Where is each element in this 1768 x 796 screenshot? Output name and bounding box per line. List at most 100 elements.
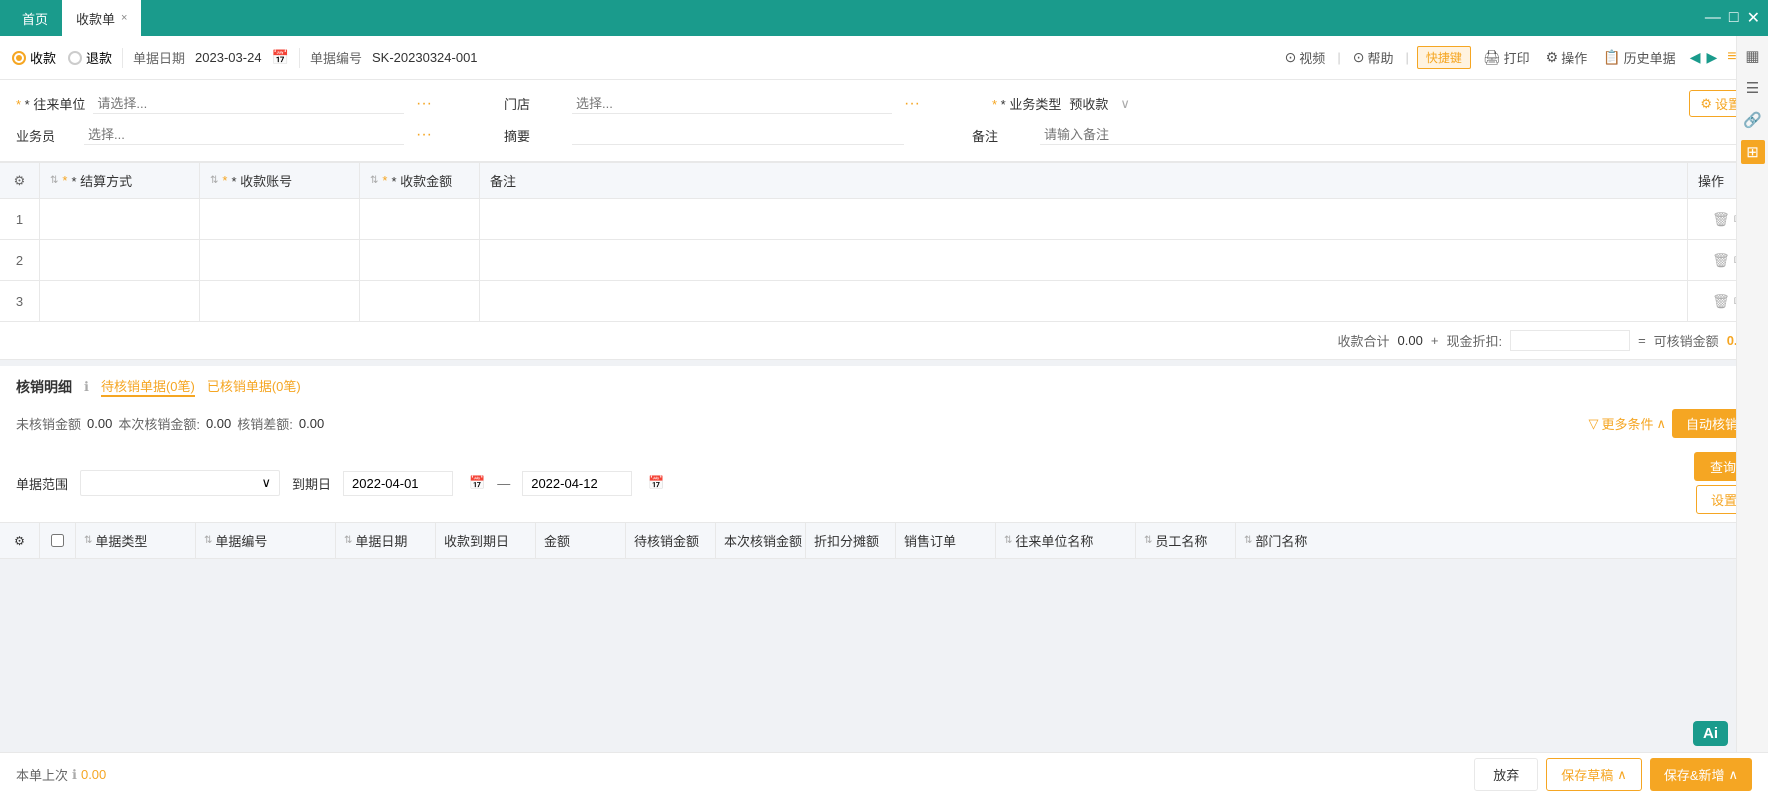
th-sort-settle[interactable]: ⇅ [50, 175, 58, 186]
more-conditions-btn[interactable]: ▽ 更多条件 ∧ [1588, 414, 1666, 433]
date-label: 单据日期 [133, 48, 185, 67]
sidebar-attach-icon[interactable]: 🔗 [1741, 108, 1765, 132]
bth-sales-order: 销售订单 [896, 523, 996, 558]
video-btn[interactable]: ⊙ 视频 [1281, 46, 1330, 69]
row-3-delete-icon[interactable]: 🗑 [1712, 293, 1730, 310]
remark-input[interactable] [1040, 125, 1752, 145]
bth-sort-company[interactable]: ⇅ [1004, 535, 1012, 546]
bth-sort-bill-no[interactable]: ⇅ [204, 535, 212, 546]
from-unit-label: * 往来单位 [16, 94, 85, 113]
abandon-btn[interactable]: 放弃 [1474, 758, 1538, 791]
bth-checkbox[interactable] [40, 523, 76, 558]
row-2-delete-icon[interactable]: 🗑 [1712, 252, 1730, 269]
row-3-remark[interactable] [480, 281, 1688, 321]
verifiable-label: 可核销金额 [1654, 331, 1719, 350]
select-all-checkbox[interactable] [51, 534, 64, 547]
bth-sort-dept[interactable]: ⇅ [1244, 535, 1252, 546]
toolbar-right: ⊙ 视频 | ⊙ 帮助 | 快捷键 🖨 打印 ⚙ 操作 📋 历史单据 ◀ ▶ ≡… [1281, 46, 1756, 69]
shortcut-btn[interactable]: 快捷键 [1417, 46, 1471, 69]
salesperson-more-btn[interactable]: ··· [412, 126, 436, 144]
window-maximize-icon[interactable]: □ [1729, 9, 1739, 27]
print-btn[interactable]: 🖨 打印 [1479, 46, 1534, 69]
row-2-remark[interactable] [480, 240, 1688, 280]
due-date-start-input[interactable] [343, 471, 453, 496]
store-input[interactable] [572, 94, 892, 114]
footer: 本单上次 ℹ 0.00 放弃 保存草稿 ∧ 保存&新增 ∧ [0, 752, 1768, 796]
ai-badge[interactable]: Ai [1693, 721, 1728, 746]
bth-discount: 折扣分摊额 [806, 523, 896, 558]
equals-label: = [1638, 333, 1646, 348]
store-section: 门店 ··· [504, 94, 924, 114]
row-1-remark[interactable] [480, 199, 1688, 239]
business-type-caret[interactable]: ∨ [1120, 96, 1130, 112]
row-1-amount[interactable] [360, 199, 480, 239]
row-2-account[interactable] [200, 240, 360, 280]
salesperson-section: 业务员 ··· [16, 125, 436, 145]
completed-verify-tab[interactable]: 已核销单据(0笔) [207, 376, 301, 397]
summary-section: 摘要 [504, 125, 904, 145]
help-btn[interactable]: ⊙ 帮助 [1349, 46, 1398, 69]
business-type-value: 预收款 [1069, 94, 1108, 113]
row-2-amount[interactable] [360, 240, 480, 280]
store-more-btn[interactable]: ··· [900, 95, 924, 113]
save-new-btn[interactable]: 保存&新增 ∧ [1650, 758, 1752, 791]
bth-sort-bill-date[interactable]: ⇅ [344, 535, 352, 546]
row-3-amount[interactable] [360, 281, 480, 321]
prev-arrow[interactable]: ◀ [1688, 49, 1703, 66]
verify-info-icon[interactable]: ℹ [84, 379, 89, 395]
save-new-chevron[interactable]: ∧ [1728, 767, 1738, 783]
bth-sort-type[interactable]: ⇅ [84, 535, 92, 546]
range-select[interactable]: ∨ [80, 470, 280, 496]
nav-arrows: ◀ ▶ [1688, 49, 1720, 66]
calendar-end-icon[interactable]: 📅 [648, 475, 664, 491]
history-label: 历史单据 [1624, 48, 1676, 67]
refund-radio[interactable]: 退款 [68, 48, 112, 67]
calendar-icon[interactable]: 📅 [272, 49, 289, 66]
bth-sort-staff[interactable]: ⇅ [1144, 535, 1152, 546]
window-close-icon[interactable]: ✕ [1747, 8, 1760, 28]
this-verify-label: 本次核销金额: [118, 414, 200, 433]
tab-home[interactable]: 首页 [8, 0, 62, 36]
salesperson-input[interactable] [84, 125, 404, 145]
save-draft-chevron[interactable]: ∧ [1617, 767, 1627, 783]
date-value: 2023-03-24 [195, 50, 262, 65]
th-sort-amount[interactable]: ⇅ [370, 175, 378, 186]
from-unit-input[interactable] [93, 94, 404, 114]
tab-close-icon[interactable]: × [121, 12, 127, 24]
history-btn[interactable]: 📋 历史单据 [1599, 46, 1679, 69]
bth-staff: ⇅ 员工名称 [1136, 523, 1236, 558]
row-1-delete-icon[interactable]: 🗑 [1712, 211, 1730, 228]
tab-active[interactable]: 收款单 × [62, 0, 141, 36]
bill-last-info-icon[interactable]: ℹ [72, 767, 77, 783]
from-unit-more-btn[interactable]: ··· [412, 95, 436, 113]
bth-gear[interactable]: ⚙ [0, 523, 40, 558]
divider-2 [299, 48, 300, 68]
receipt-radio-label: 收款 [30, 48, 56, 67]
pending-verify-tab[interactable]: 待核销单据(0笔) [101, 376, 195, 397]
summary-input[interactable] [572, 125, 904, 145]
sidebar-expand-icon[interactable]: ⊞ [1741, 140, 1765, 164]
row-1-settle[interactable] [40, 199, 200, 239]
row-2-settle[interactable] [40, 240, 200, 280]
next-arrow[interactable]: ▶ [1704, 49, 1719, 66]
row-3-settle[interactable] [40, 281, 200, 321]
operation-btn[interactable]: ⚙ 操作 [1542, 46, 1592, 69]
sidebar-table-icon[interactable]: ▦ [1741, 44, 1765, 68]
operation-icon: ⚙ [1546, 49, 1559, 66]
calendar-start-icon[interactable]: 📅 [469, 475, 485, 491]
operation-label: 操作 [1561, 48, 1587, 67]
row-1-account[interactable] [200, 199, 360, 239]
bth-company: ⇅ 往来单位名称 [996, 523, 1136, 558]
table-settings-icon[interactable]: ⚙ [0, 163, 40, 198]
receipt-radio[interactable]: 收款 [12, 48, 56, 67]
save-draft-btn[interactable]: 保存草稿 ∧ [1546, 758, 1642, 791]
due-date-end-input[interactable] [522, 471, 632, 496]
bth-dept: ⇅ 部门名称 [1236, 523, 1768, 558]
row-3-account[interactable] [200, 281, 360, 321]
cash-discount-input[interactable] [1510, 330, 1630, 351]
collect-total-value: 0.00 [1398, 333, 1423, 348]
plus-label: + [1431, 333, 1439, 348]
window-minimize-icon[interactable]: — [1705, 9, 1721, 27]
th-sort-account[interactable]: ⇅ [210, 175, 218, 186]
sidebar-list-icon[interactable]: ☰ [1741, 76, 1765, 100]
